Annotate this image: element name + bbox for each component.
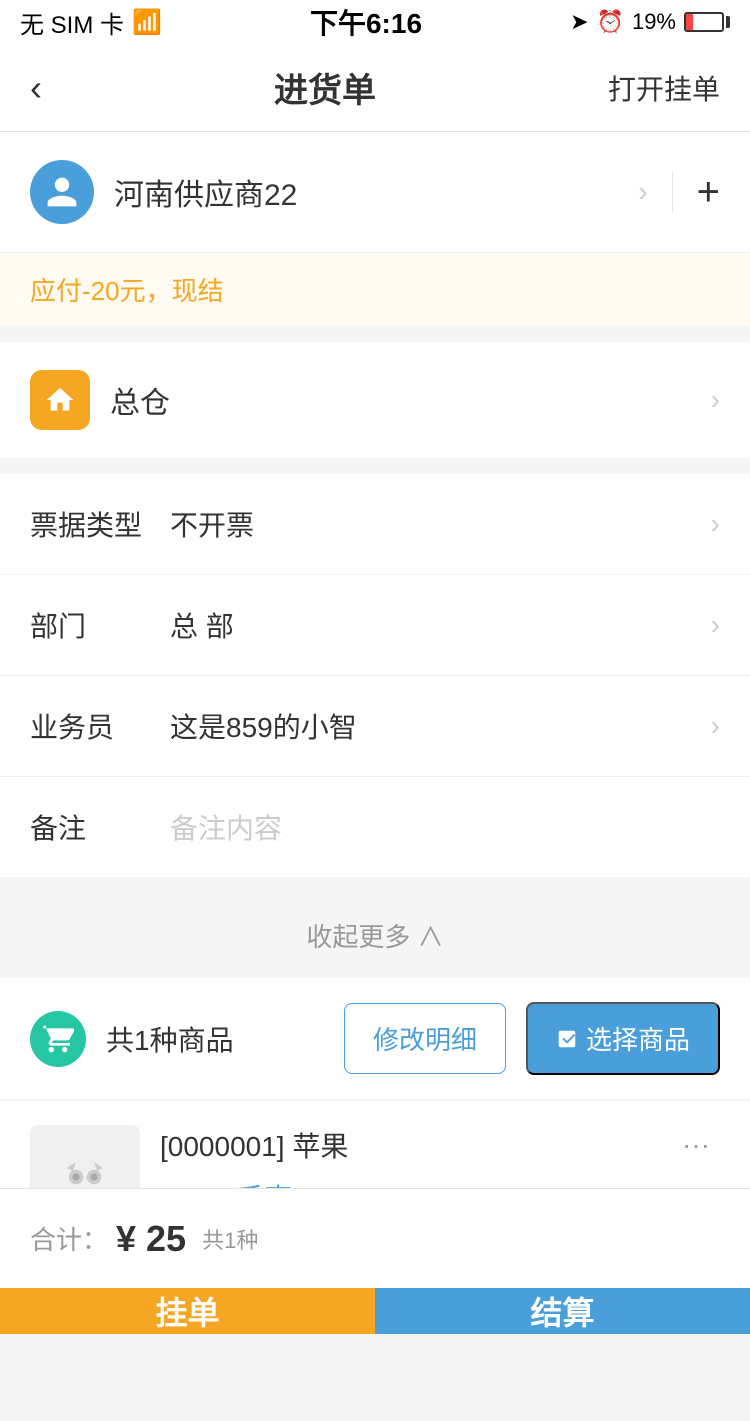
department-label: 部门 — [30, 605, 150, 645]
warehouse-icon — [30, 370, 90, 430]
warehouse-name: 总仓 — [110, 378, 711, 422]
department-value: 总 部 — [150, 605, 711, 645]
remark-input[interactable]: 备注内容 — [150, 807, 720, 847]
battery-percent: 19% — [632, 9, 676, 35]
supplier-card: 河南供应商22 › + 应付-20元，现结 — [0, 132, 750, 326]
invoice-row[interactable]: 票据类型 不开票 › — [0, 474, 750, 574]
supplier-avatar — [30, 160, 94, 224]
notice-banner: 应付-20元，现结 — [0, 253, 750, 326]
warehouse-arrow-icon: › — [711, 384, 720, 416]
select-product-button[interactable]: 选择商品 — [526, 1002, 720, 1075]
footer-actions: 挂单 结算 — [0, 1288, 750, 1334]
carrier-text: 无 SIM 卡 — [20, 5, 124, 40]
page-title: 进货单 — [274, 63, 376, 112]
footer: 合计： ¥ 25 共1种 挂单 结算 — [0, 1188, 750, 1334]
collapse-button[interactable]: 收起更多 ∧ — [0, 893, 750, 978]
total-amount: ¥ 25 — [116, 1218, 186, 1260]
house-icon — [44, 384, 76, 416]
invoice-value: 不开票 — [150, 504, 711, 544]
collapse-label: 收起更多 ∧ — [306, 917, 443, 954]
product-name: 苹果 — [292, 1131, 348, 1162]
add-supplier-button[interactable]: + — [697, 170, 720, 215]
department-arrow-icon: › — [711, 609, 720, 641]
open-hang-button[interactable]: 打开挂单 — [608, 68, 720, 108]
status-time: 下午6:16 — [310, 2, 422, 42]
invoice-arrow-icon: › — [711, 508, 720, 540]
nav-bar: ‹ 进货单 打开挂单 — [0, 44, 750, 132]
supplier-row[interactable]: 河南供应商22 › + — [0, 132, 750, 253]
battery-icon — [684, 12, 730, 32]
product-code: [0000001] — [160, 1131, 292, 1162]
supplier-name: 河南供应商22 — [114, 170, 638, 214]
invoice-label: 票据类型 — [30, 504, 150, 544]
content: 河南供应商22 › + 应付-20元，现结 总仓 › 票据类型 不开票 › 部门… — [0, 132, 750, 1275]
edit-detail-button[interactable]: 修改明细 — [344, 1003, 506, 1074]
location-icon: ➤ — [570, 9, 588, 35]
salesperson-arrow-icon: › — [711, 710, 720, 742]
remark-row[interactable]: 备注 备注内容 — [0, 776, 750, 877]
alarm-icon: ⏰ — [597, 9, 624, 35]
select-icon — [556, 1028, 578, 1050]
footer-summary: 合计： ¥ 25 共1种 — [0, 1188, 750, 1288]
status-left: 无 SIM 卡 📶 — [20, 5, 162, 40]
checkout-button[interactable]: 结算 — [375, 1288, 750, 1334]
product-header: 共1种商品 修改明细 选择商品 — [0, 978, 750, 1099]
total-label: 合计： — [30, 1220, 108, 1257]
department-row[interactable]: 部门 总 部 › — [0, 574, 750, 675]
product-count: 共1种商品 — [106, 1019, 324, 1059]
remark-label: 备注 — [30, 807, 150, 847]
hang-button[interactable]: 挂单 — [0, 1288, 375, 1334]
status-bar: 无 SIM 卡 📶 下午6:16 ➤ ⏰ 19% — [0, 0, 750, 44]
warehouse-row[interactable]: 总仓 › — [0, 342, 750, 458]
salesperson-value: 这是859的小智 — [150, 706, 711, 746]
cart-icon — [42, 1023, 74, 1055]
status-right: ➤ ⏰ 19% — [570, 9, 730, 35]
vertical-divider — [672, 172, 673, 212]
supplier-arrow-icon: › — [638, 176, 647, 208]
salesperson-row[interactable]: 业务员 这是859的小智 › — [0, 675, 750, 776]
select-product-label: 选择商品 — [586, 1020, 690, 1057]
product-title: [0000001] 苹果 — [160, 1125, 652, 1165]
form-card: 票据类型 不开票 › 部门 总 部 › 业务员 这是859的小智 › 备注 备注… — [0, 474, 750, 877]
total-sub: 共1种 — [202, 1223, 258, 1255]
person-icon — [44, 174, 80, 210]
warehouse-card: 总仓 › — [0, 342, 750, 458]
product-icon — [30, 1011, 86, 1067]
back-button[interactable]: ‹ — [30, 67, 42, 109]
product-more-button[interactable]: ··· — [672, 1125, 720, 1165]
wifi-icon: 📶 — [132, 8, 162, 37]
salesperson-label: 业务员 — [30, 706, 150, 746]
